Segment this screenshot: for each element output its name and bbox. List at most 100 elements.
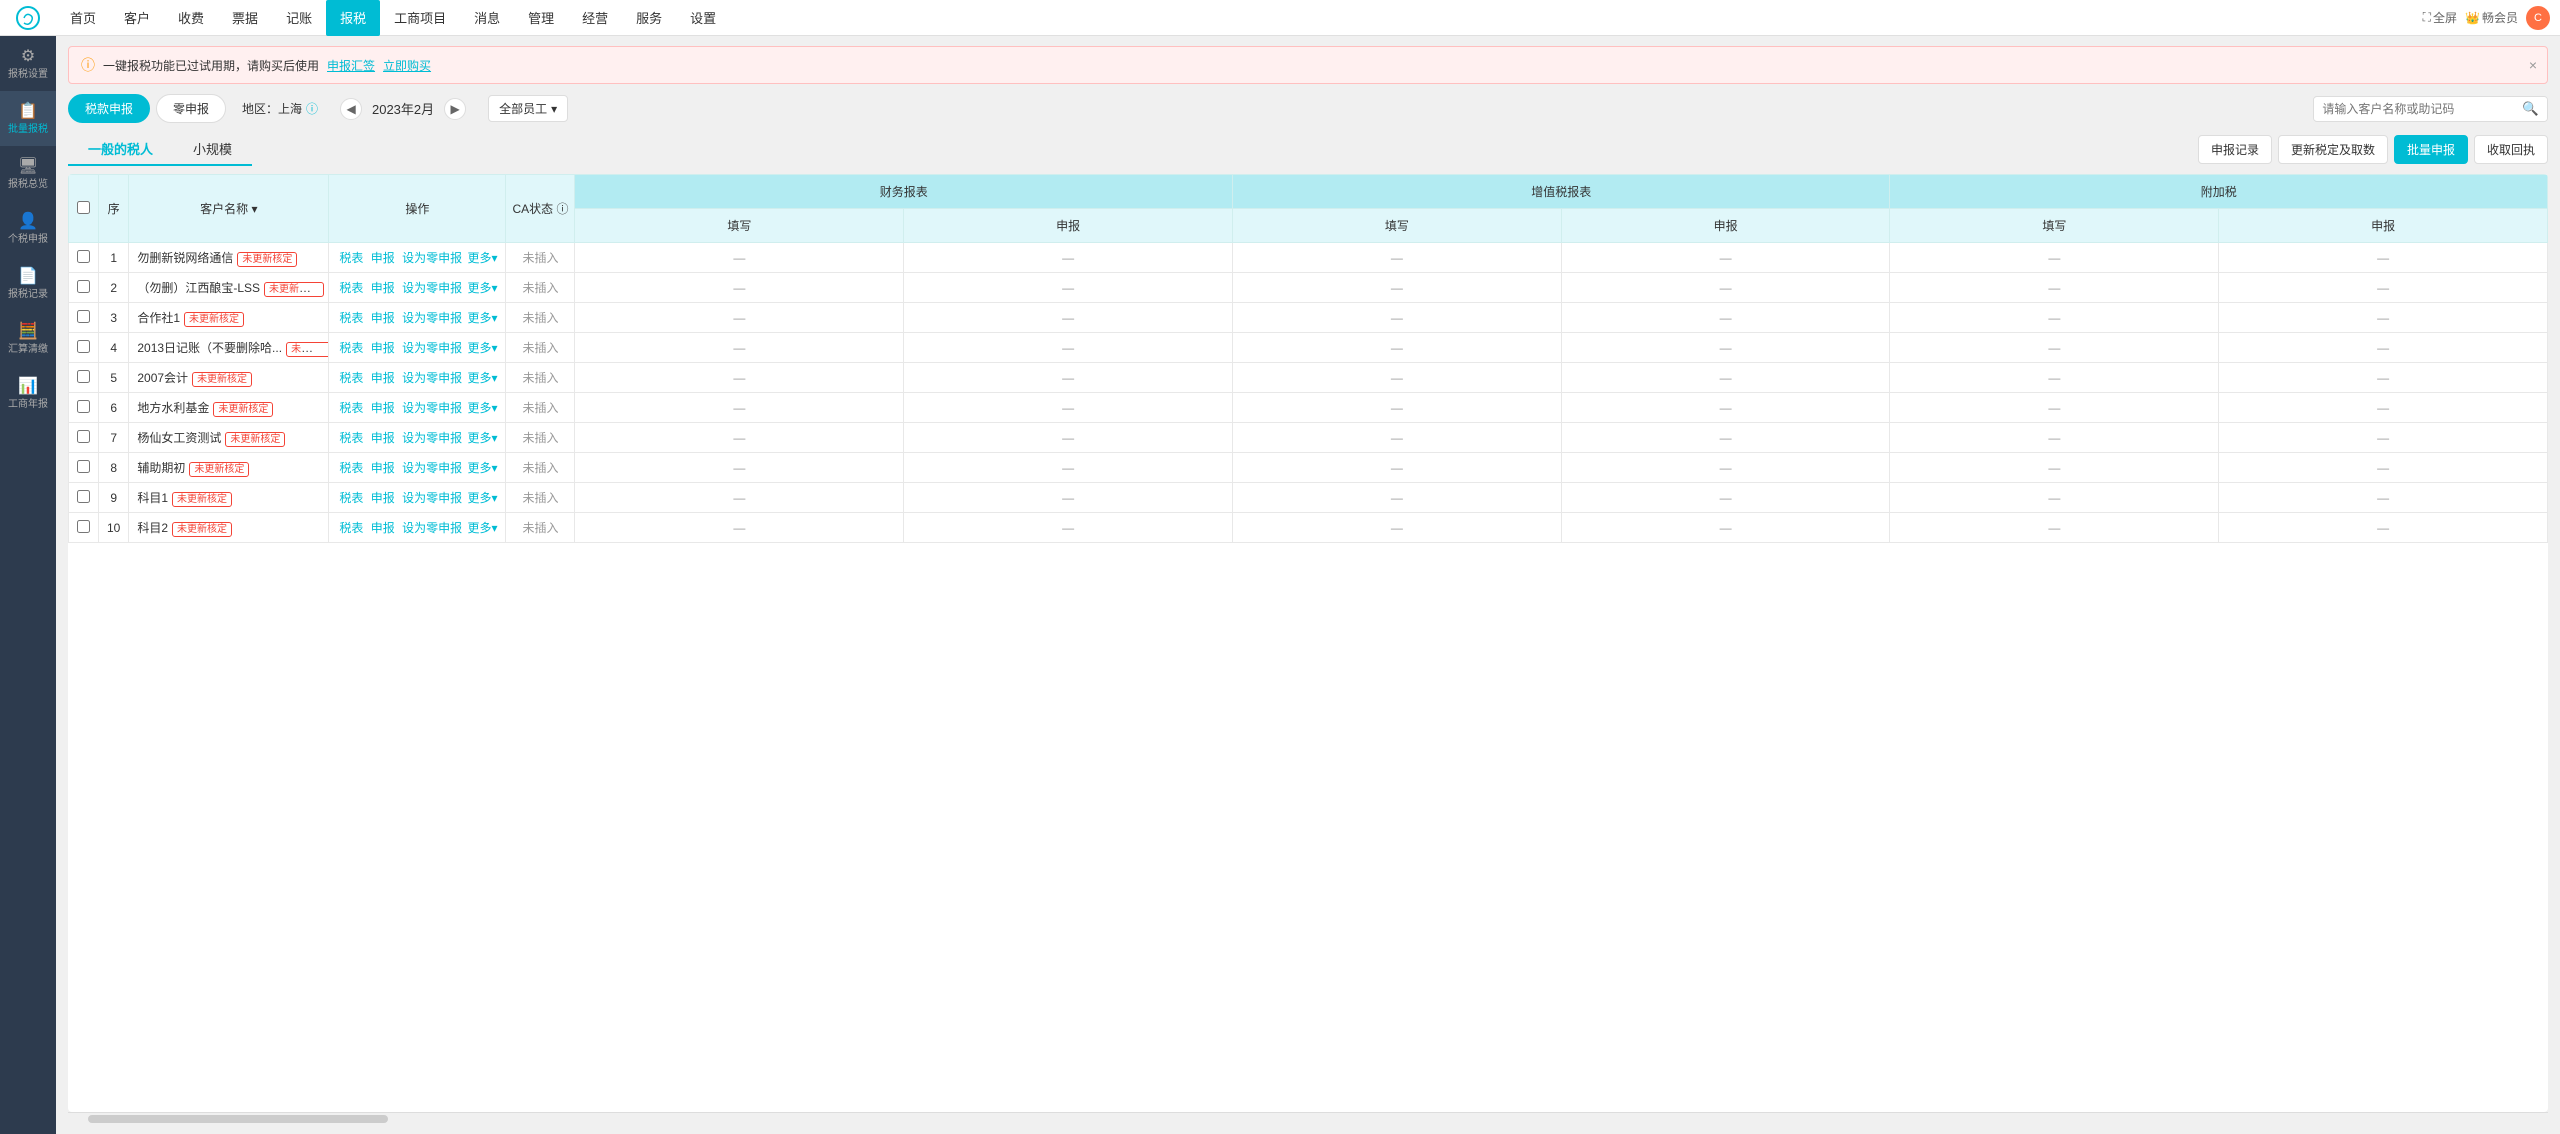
sidebar-item-settlement[interactable]: 🧮 汇算清缴 (0, 311, 56, 366)
sidebar-item-tax-records[interactable]: 📄 报税记录 (0, 256, 56, 311)
collect-receipt-button[interactable]: 收取回执 (2474, 135, 2548, 164)
region-info-icon[interactable]: ⓘ (306, 100, 318, 117)
nav-fee[interactable]: 收费 (164, 0, 218, 36)
row-op-0[interactable]: 税表 (339, 341, 363, 355)
employee-select[interactable]: 全部员工 ▾ (488, 95, 568, 122)
row-op-0[interactable]: 税表 (339, 461, 363, 475)
row-op-more[interactable]: 更多▾ (467, 311, 497, 325)
tab-small-scale[interactable]: 小规模 (173, 133, 252, 166)
nav-invoice[interactable]: 票据 (218, 0, 272, 36)
nav-home[interactable]: 首页 (56, 0, 110, 36)
select-all-checkbox[interactable] (77, 201, 90, 214)
row-op-2[interactable]: 设为零申报 (402, 371, 462, 385)
nav-accounting[interactable]: 记账 (272, 0, 326, 36)
row-checkbox[interactable] (77, 430, 90, 443)
fullscreen-label: 全屏 (2433, 9, 2457, 26)
row-op-2[interactable]: 设为零申报 (402, 431, 462, 445)
row-op-1[interactable]: 申报 (371, 311, 395, 325)
row-op-more[interactable]: 更多▾ (467, 521, 497, 535)
row-op-2[interactable]: 设为零申报 (402, 461, 462, 475)
prev-date-button[interactable]: ◀ (340, 98, 362, 120)
row-op-more[interactable]: 更多▾ (467, 371, 497, 385)
tab-general-taxpayer[interactable]: 一般的税人 (68, 133, 173, 166)
row-op-0[interactable]: 税表 (339, 311, 363, 325)
fullscreen-button[interactable]: ⛶ 全屏 (2423, 9, 2457, 26)
nav-tax[interactable]: 报税 (326, 0, 380, 36)
row-op-2[interactable]: 设为零申报 (402, 251, 462, 265)
row-op-more[interactable]: 更多▾ (467, 401, 497, 415)
nav-settings[interactable]: 设置 (676, 0, 730, 36)
row-operations: 税表 申报 设为零申报 更多▾ (329, 393, 506, 423)
row-op-1[interactable]: 申报 (371, 521, 395, 535)
row-col-1: — (904, 243, 1233, 273)
row-op-2[interactable]: 设为零申报 (402, 401, 462, 415)
batch-declaration-button[interactable]: 批量申报 (2394, 135, 2468, 164)
row-op-0[interactable]: 税表 (339, 281, 363, 295)
row-checkbox[interactable] (77, 280, 90, 293)
declaration-record-button[interactable]: 申报记录 (2198, 135, 2272, 164)
tab-tax-declaration[interactable]: 税款申报 (68, 94, 150, 123)
row-op-2[interactable]: 设为零申报 (402, 281, 462, 295)
row-checkbox[interactable] (77, 250, 90, 263)
sidebar-item-annual-report[interactable]: 📊 工商年报 (0, 366, 56, 421)
nav-operation[interactable]: 经营 (568, 0, 622, 36)
row-op-1[interactable]: 申报 (371, 251, 395, 265)
nav-service[interactable]: 服务 (622, 0, 676, 36)
row-checkbox[interactable] (77, 370, 90, 383)
row-op-more[interactable]: 更多▾ (467, 341, 497, 355)
nav-customer[interactable]: 客户 (110, 0, 164, 36)
row-op-2[interactable]: 设为零申报 (402, 491, 462, 505)
row-op-0[interactable]: 税表 (339, 521, 363, 535)
row-checkbox[interactable] (77, 520, 90, 533)
update-tax-button[interactable]: 更新税定及取数 (2278, 135, 2388, 164)
row-op-1[interactable]: 申报 (371, 371, 395, 385)
row-op-1[interactable]: 申报 (371, 491, 395, 505)
col-checkbox-header[interactable] (69, 175, 99, 243)
row-op-0[interactable]: 税表 (339, 251, 363, 265)
user-avatar[interactable]: C (2526, 6, 2550, 30)
nav-message[interactable]: 消息 (460, 0, 514, 36)
row-op-1[interactable]: 申报 (371, 461, 395, 475)
next-date-button[interactable]: ▶ (444, 98, 466, 120)
sidebar-item-individual-tax[interactable]: 👤 个税申报 (0, 201, 56, 256)
row-op-more[interactable]: 更多▾ (467, 491, 497, 505)
banner-link1[interactable]: 申报汇签 (327, 57, 375, 74)
row-op-0[interactable]: 税表 (339, 401, 363, 415)
search-button[interactable]: 🔍 (2514, 97, 2547, 121)
row-op-more[interactable]: 更多▾ (467, 251, 497, 265)
row-checkbox[interactable] (77, 310, 90, 323)
sidebar-item-tax-settings[interactable]: ⚙ 报税设置 (0, 36, 56, 91)
banner-close-button[interactable]: × (2529, 57, 2537, 73)
row-op-1[interactable]: 申报 (371, 281, 395, 295)
row-op-1[interactable]: 申报 (371, 401, 395, 415)
sidebar-item-tax-overview[interactable]: 🖥 报税总览 (0, 146, 56, 201)
row-checkbox[interactable] (77, 490, 90, 503)
row-op-more[interactable]: 更多▾ (467, 461, 497, 475)
row-checkbox[interactable] (77, 460, 90, 473)
row-checkbox[interactable] (77, 400, 90, 413)
row-col-3: — (1561, 423, 1890, 453)
horizontal-scroll[interactable] (68, 1112, 2548, 1124)
row-op-0[interactable]: 税表 (339, 371, 363, 385)
sidebar-item-batch-tax[interactable]: 📋 批量报税 (0, 91, 56, 146)
unconfirmed-tag: 未更新核定 (264, 282, 324, 297)
member-button[interactable]: 👑 畅会员 (2465, 9, 2518, 26)
row-op-1[interactable]: 申报 (371, 431, 395, 445)
row-col-1: — (904, 393, 1233, 423)
row-op-0[interactable]: 税表 (339, 431, 363, 445)
main-layout: ⚙ 报税设置 📋 批量报税 🖥 报税总览 👤 个税申报 📄 报税记录 🧮 汇算清… (0, 36, 2560, 1134)
row-op-more[interactable]: 更多▾ (467, 281, 497, 295)
row-op-1[interactable]: 申报 (371, 341, 395, 355)
row-op-more[interactable]: 更多▾ (467, 431, 497, 445)
tab-zero-declaration[interactable]: 零申报 (156, 94, 226, 123)
row-checkbox[interactable] (77, 340, 90, 353)
banner-link2[interactable]: 立即购买 (383, 57, 431, 74)
nav-business[interactable]: 工商项目 (380, 0, 460, 36)
row-op-2[interactable]: 设为零申报 (402, 521, 462, 535)
nav-manage[interactable]: 管理 (514, 0, 568, 36)
row-op-2[interactable]: 设为零申报 (402, 341, 462, 355)
search-input[interactable] (2314, 98, 2514, 120)
sidebar-item-label: 工商年报 (8, 399, 48, 411)
row-op-2[interactable]: 设为零申报 (402, 311, 462, 325)
row-op-0[interactable]: 税表 (339, 491, 363, 505)
